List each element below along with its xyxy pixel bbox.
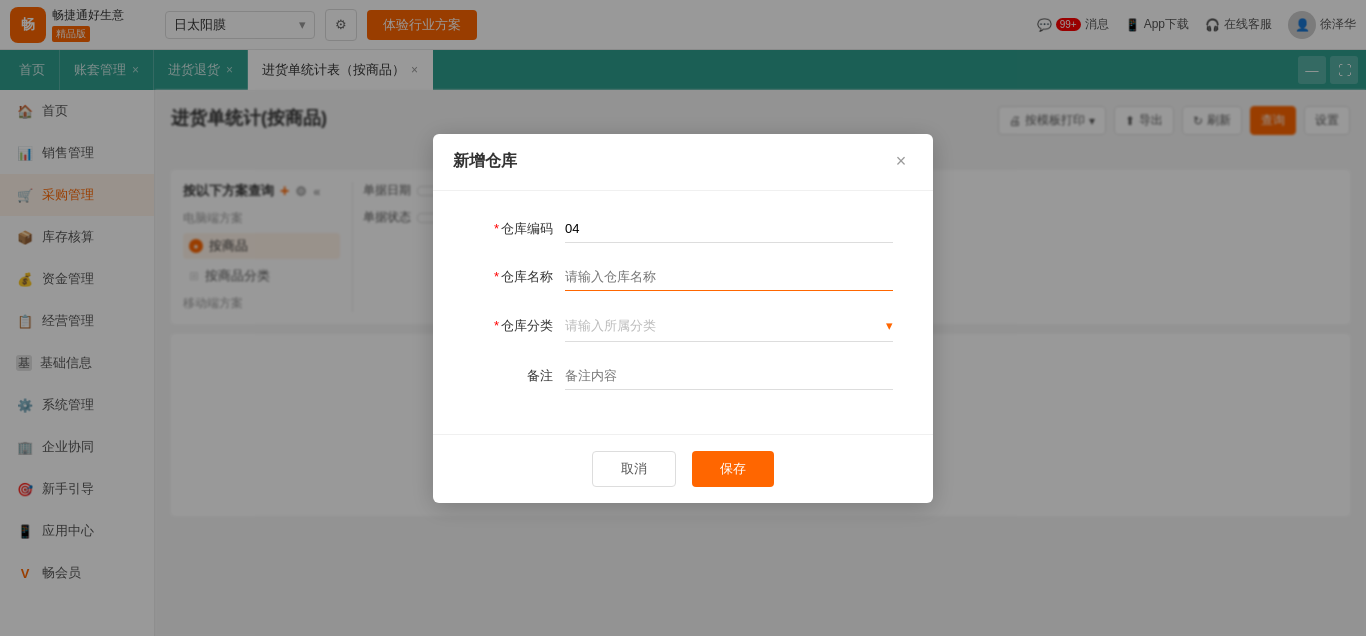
modal-overlay: 新增仓库 × 仓库编码 仓库名称 仓库分类 请输入所属分类 ▾ (0, 0, 1366, 636)
dialog-header: 新增仓库 × (433, 134, 933, 191)
save-button[interactable]: 保存 (692, 451, 774, 487)
warehouse-code-input[interactable] (565, 215, 893, 243)
add-warehouse-dialog: 新增仓库 × 仓库编码 仓库名称 仓库分类 请输入所属分类 ▾ (433, 134, 933, 503)
warehouse-name-label: 仓库名称 (473, 268, 553, 286)
form-row-type: 仓库分类 请输入所属分类 ▾ (473, 311, 893, 342)
warehouse-type-select[interactable]: 请输入所属分类 ▾ (565, 311, 893, 342)
form-row-code: 仓库编码 (473, 215, 893, 243)
warehouse-name-input[interactable] (565, 263, 893, 291)
note-label: 备注 (473, 367, 553, 385)
warehouse-type-label: 仓库分类 (473, 317, 553, 335)
form-row-note: 备注 (473, 362, 893, 390)
note-input[interactable] (565, 362, 893, 390)
select-chevron-icon: ▾ (886, 318, 893, 333)
dialog-body: 仓库编码 仓库名称 仓库分类 请输入所属分类 ▾ 备注 (433, 191, 933, 434)
dialog-close-button[interactable]: × (889, 150, 913, 174)
cancel-button[interactable]: 取消 (592, 451, 676, 487)
dialog-title: 新增仓库 (453, 151, 517, 172)
dialog-footer: 取消 保存 (433, 434, 933, 503)
form-row-name: 仓库名称 (473, 263, 893, 291)
warehouse-code-label: 仓库编码 (473, 220, 553, 238)
